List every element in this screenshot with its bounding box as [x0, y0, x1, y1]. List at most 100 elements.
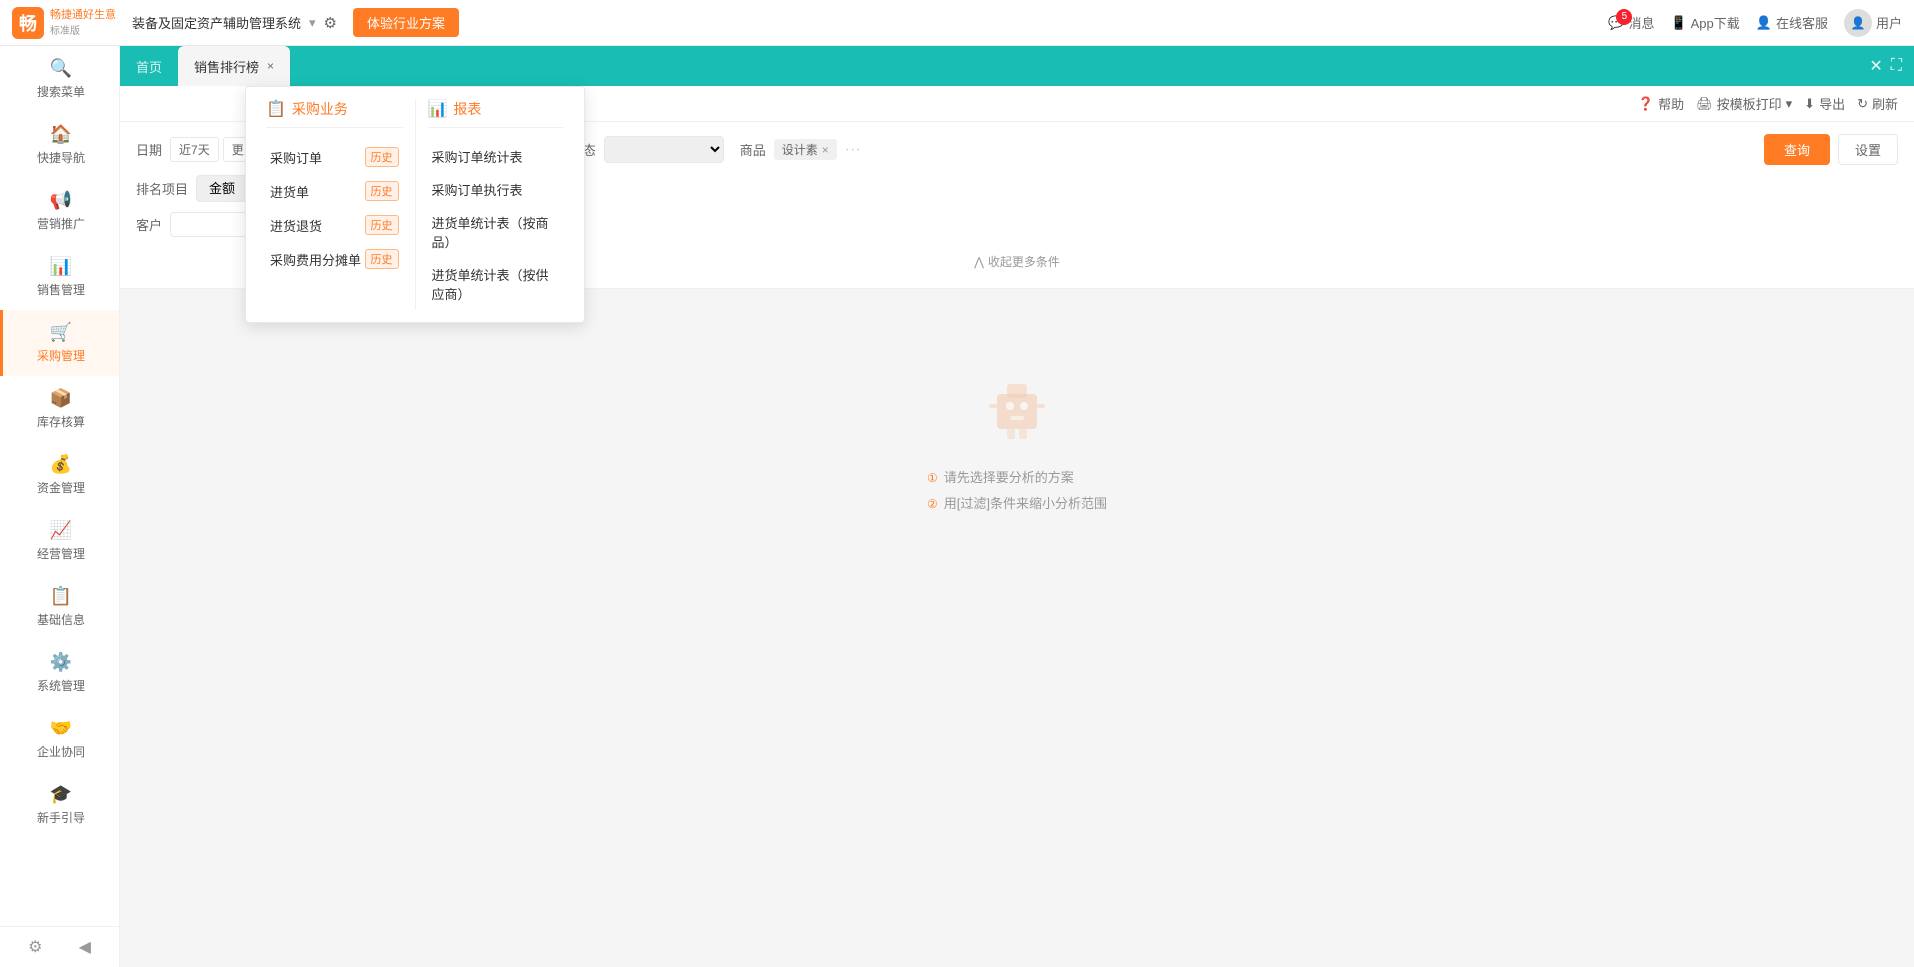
product-more-icon[interactable]: ··· [845, 141, 861, 159]
history-badge-1[interactable]: 历史 [365, 181, 399, 201]
history-badge-2[interactable]: 历史 [365, 215, 399, 235]
export-button[interactable]: ⬇ 导出 [1804, 94, 1845, 113]
customer-label: 客户 [136, 215, 162, 234]
marketing-icon: 📢 [50, 190, 72, 211]
operation-icon: 📈 [50, 520, 72, 541]
report-4-label: 进货单统计表（按供应商） [432, 265, 561, 303]
dropdown-divider [415, 99, 416, 310]
sidebar-label-inventory: 库存核算 [37, 413, 85, 430]
empty-state: ① 请先选择要分析的方案 ② 用[过滤]条件来缩小分析范围 [120, 289, 1914, 597]
report-2-label: 采购订单执行表 [432, 180, 523, 199]
message-label: 消息 [1628, 13, 1654, 32]
dropdown-item-purchase-receipt[interactable]: 进货单 历史 [266, 174, 403, 208]
date-chip-7days[interactable]: 近7天 [170, 137, 219, 162]
report-3-label: 进货单统计表（按商品） [432, 213, 561, 251]
sidebar: 🔍 搜索菜单 🏠 快捷导航 📢 营销推广 📊 销售管理 🛒 采购管理 📦 库存核… [0, 46, 120, 967]
tab-home-label: 首页 [136, 57, 162, 76]
sidebar-item-system[interactable]: ⚙️ 系统管理 [0, 640, 119, 706]
query-button[interactable]: 查询 [1764, 134, 1830, 165]
dropdown-item-report-1[interactable]: 采购订单统计表 [428, 140, 565, 173]
export-icon: ⬇ [1804, 96, 1815, 112]
sidebar-item-sales[interactable]: 📊 销售管理 [0, 244, 119, 310]
sidebar-item-operation[interactable]: 📈 经营管理 [0, 508, 119, 574]
sidebar-item-purchase[interactable]: 🛒 采购管理 [0, 310, 119, 376]
dropdown-item-purchase-order[interactable]: 采购订单 历史 [266, 140, 403, 174]
sidebar-item-enterprise[interactable]: 🤝 企业协同 [0, 706, 119, 772]
dropdown-item-purchase-expense[interactable]: 采购费用分摊单 历史 [266, 242, 403, 276]
purchase-order-label: 采购订单 [270, 148, 322, 167]
tab-bar: 首页 销售排行榜 × ✕ ⛶ [120, 46, 1914, 86]
history-badge-0[interactable]: 历史 [365, 147, 399, 167]
report-1-label: 采购订单统计表 [432, 147, 523, 166]
sidebar-collapse-icon[interactable]: ◀ [79, 937, 91, 957]
sidebar-label-guide: 新手引导 [37, 809, 85, 826]
doc-status-select[interactable] [604, 136, 724, 163]
logo-icon: 畅 [12, 7, 44, 39]
inventory-icon: 📦 [50, 388, 72, 409]
enterprise-icon: 🤝 [50, 718, 72, 739]
print-label: 按模板打印 [1717, 94, 1782, 113]
sidebar-settings-icon[interactable]: ⚙ [28, 937, 42, 957]
dropdown-item-report-2[interactable]: 采购订单执行表 [428, 173, 565, 206]
sidebar-item-finance[interactable]: 💰 资金管理 [0, 442, 119, 508]
set-button[interactable]: 设置 [1838, 134, 1898, 165]
dropdown-columns: 📋 采购业务 采购订单 历史 进货单 历史 进货退货 历史 [246, 99, 584, 310]
user-item[interactable]: 👤 用户 [1844, 9, 1902, 37]
dropdown-item-report-3[interactable]: 进货单统计表（按商品） [428, 206, 565, 258]
message-item[interactable]: 💬 5 消息 [1608, 13, 1654, 32]
product-tag: 设计素 × [774, 139, 837, 160]
print-button[interactable]: 🖨 按模板打印 ▾ [1696, 94, 1792, 113]
main-layout: 🔍 搜索菜单 🏠 快捷导航 📢 营销推广 📊 销售管理 🛒 采购管理 📦 库存核… [0, 46, 1914, 967]
empty-tip-2-text: 用[过滤]条件来缩小分析范围 [944, 491, 1107, 517]
print-dropdown-icon[interactable]: ▾ [1786, 96, 1793, 112]
tab-sales-ranking[interactable]: 销售排行榜 × [178, 46, 290, 86]
sidebar-label-finance: 资金管理 [37, 479, 85, 496]
product-tag-text: 设计素 [782, 141, 818, 158]
empty-tip-2: ② 用[过滤]条件来缩小分析范围 [927, 491, 1107, 517]
export-label: 导出 [1819, 94, 1845, 113]
dropdown-col-report: 📊 报表 采购订单统计表 采购订单执行表 进货单统计表（按商品） 进货单统计表（… [420, 99, 573, 310]
sidebar-item-search[interactable]: 🔍 搜索菜单 [0, 46, 119, 112]
tab-maximize-icon[interactable]: ⛶ [1891, 57, 1902, 75]
industry-solution-button[interactable]: 体验行业方案 [353, 8, 459, 37]
action-buttons: 查询 设置 [1764, 134, 1898, 165]
tab-home[interactable]: 首页 [120, 46, 178, 86]
app-download-item[interactable]: 📱 App下载 [1670, 13, 1739, 32]
collapse-label: 收起更多条件 [988, 253, 1060, 270]
sidebar-item-marketing[interactable]: 📢 营销推广 [0, 178, 119, 244]
sales-icon: 📊 [50, 256, 72, 277]
dropdown-item-report-4[interactable]: 进货单统计表（按供应商） [428, 258, 565, 310]
history-badge-3[interactable]: 历史 [365, 249, 399, 269]
dropdown-arrow-icon[interactable]: ▾ [309, 15, 316, 31]
sidebar-item-base-info[interactable]: 📋 基础信息 [0, 574, 119, 640]
system-title-area: 装备及固定资产辅助管理系统 ▾ ⚙ 体验行业方案 [132, 8, 1608, 37]
dropdown-col2-title: 报表 [453, 99, 481, 119]
sidebar-item-inventory[interactable]: 📦 库存核算 [0, 376, 119, 442]
tab-close-all-icon[interactable]: ✕ [1869, 56, 1882, 76]
message-icon-wrap: 💬 5 [1608, 15, 1624, 31]
date-label: 日期 [136, 140, 162, 159]
logo-area: 畅 畅捷通好生意 标准版 [12, 7, 132, 39]
dropdown-item-purchase-return[interactable]: 进货退货 历史 [266, 208, 403, 242]
tab-active-label: 销售排行榜 [194, 57, 259, 76]
dropdown-col1-header: 📋 采购业务 [266, 99, 403, 128]
user-avatar: 👤 [1844, 9, 1872, 37]
sidebar-item-guide[interactable]: 🎓 新手引导 [0, 772, 119, 838]
sidebar-item-quick-nav[interactable]: 🏠 快捷导航 [0, 112, 119, 178]
main-content: 首页 销售排行榜 × ✕ ⛶ ❓ 帮助 🖨 按模板打印 [120, 46, 1914, 967]
service-icon: 👤 [1756, 15, 1772, 31]
tab-close-icon[interactable]: × [267, 59, 274, 73]
online-service-item[interactable]: 👤 在线客服 [1756, 13, 1828, 32]
empty-illustration [977, 369, 1057, 449]
sidebar-label-purchase: 采购管理 [37, 347, 85, 364]
product-label: 商品 [740, 140, 766, 159]
settings-icon[interactable]: ⚙ [324, 14, 337, 32]
dropdown-col2-header: 📊 报表 [428, 99, 565, 128]
refresh-button[interactable]: ↻ 刷新 [1857, 94, 1898, 113]
empty-tip-1: ① 请先选择要分析的方案 [927, 465, 1107, 491]
print-icon: 🖨 [1696, 96, 1713, 112]
purchase-return-label: 进货退货 [270, 216, 322, 235]
product-tag-close[interactable]: × [822, 143, 829, 157]
report-icon: 📊 [428, 99, 448, 119]
help-button[interactable]: ❓ 帮助 [1638, 94, 1684, 113]
